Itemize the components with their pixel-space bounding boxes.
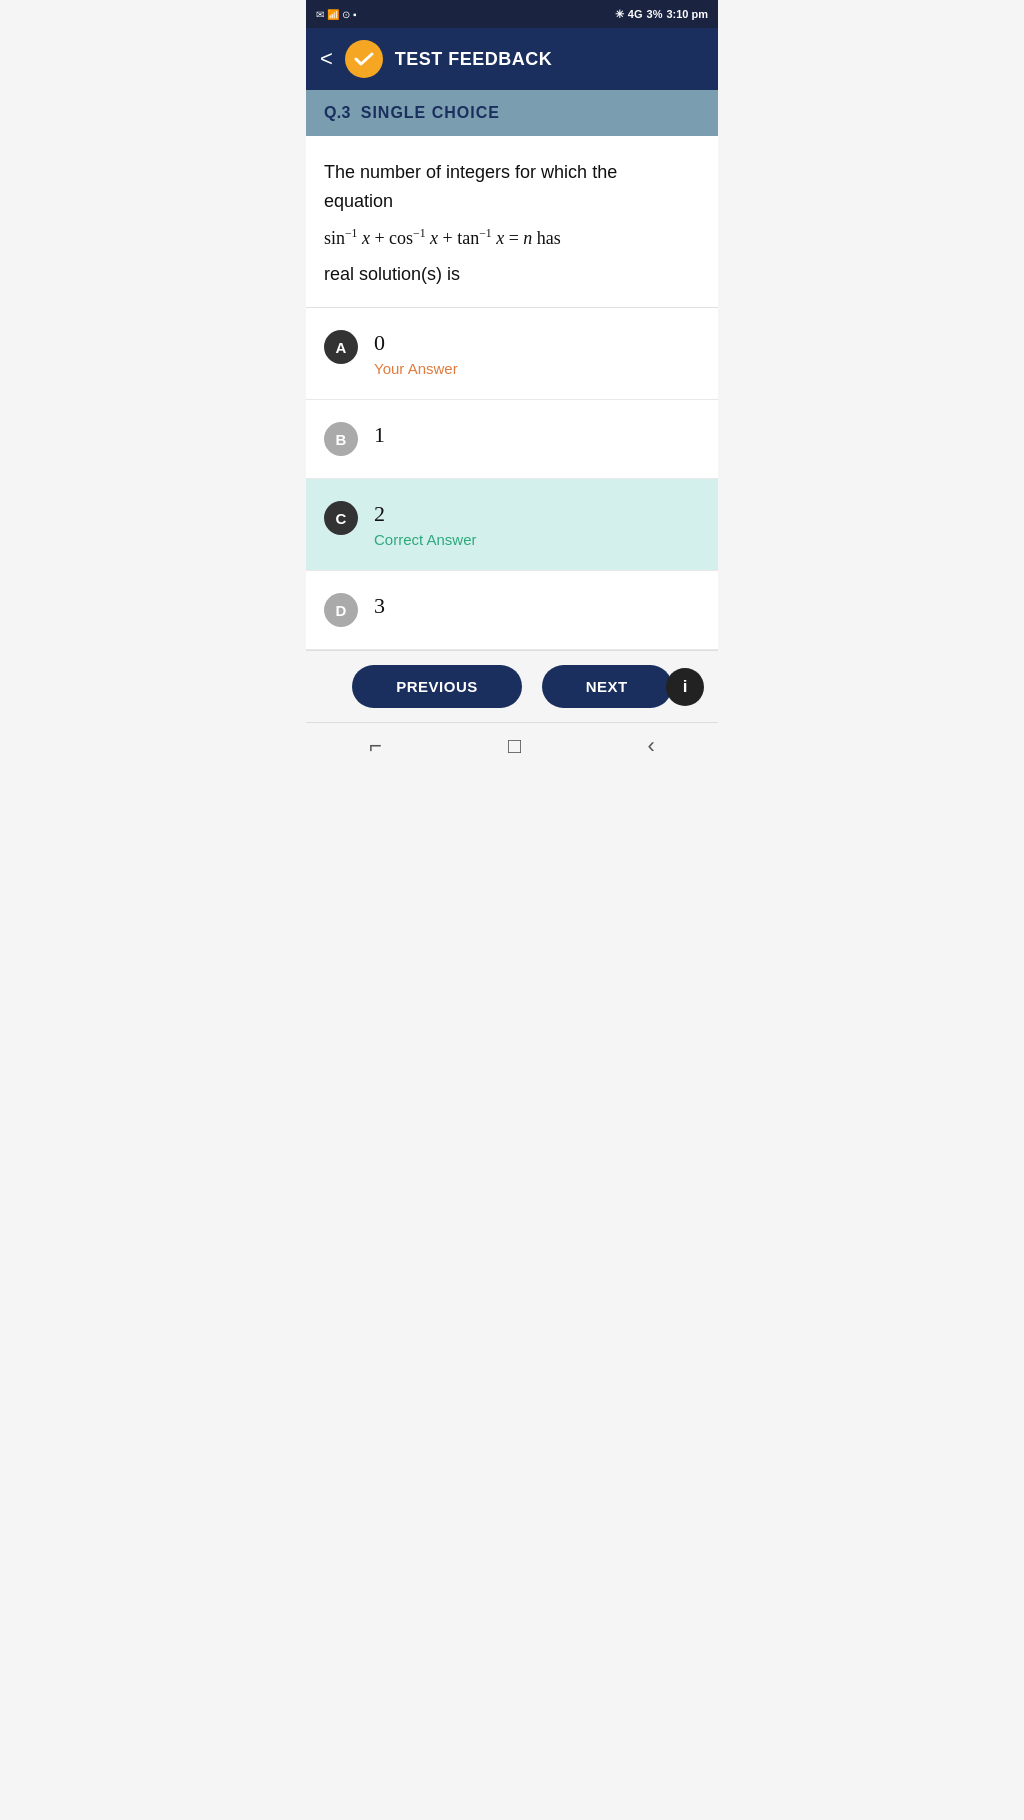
wifi-icon: 📶 [327,9,339,20]
previous-button[interactable]: PREVIOUS [352,665,522,708]
logo-icon [351,46,377,72]
nav-bar: < TEST FEEDBACK [306,28,718,90]
email-icon: ✉ [316,9,324,20]
option-a-badge: A [324,330,358,364]
next-button[interactable]: NEXT [542,665,672,708]
question-header: Q.3 SINGLE CHOICE [306,90,718,136]
option-b-badge: B [324,422,358,456]
app-logo [345,40,383,78]
option-d-badge: D [324,593,358,627]
option-c-badge: C [324,501,358,535]
option-a-content: 0 Your Answer [374,330,458,377]
question-text: The number of integers for which the equ… [324,158,700,289]
clock-icon: ⊙ [342,9,350,20]
android-nav-bar: ⌐ □ ‹ [306,722,718,765]
android-icon: ▪ [353,9,357,20]
question-text-part2: equation [324,187,700,216]
info-button[interactable]: i [666,668,704,706]
status-right: ✳ 4G 3% 3:10 pm [615,8,708,21]
option-c[interactable]: C 2 Correct Answer [306,479,718,571]
option-b-content: 1 [374,422,385,448]
status-bar: ✉ 📶 ⊙ ▪ ✳ 4G 3% 3:10 pm [306,0,718,28]
info-icon: i [683,677,688,697]
option-d[interactable]: D 3 [306,571,718,650]
question-math: sin−1 x + cos−1 x + tan−1 x = n has [324,224,700,253]
option-a-user-label: Your Answer [374,360,458,377]
option-c-value: 2 [374,501,477,527]
option-b[interactable]: B 1 [306,400,718,479]
question-text-part3: real solution(s) is [324,260,700,289]
bottom-nav: PREVIOUS NEXT i [306,650,718,722]
options-container: A 0 Your Answer B 1 C 2 Correct Answer D… [306,308,718,650]
android-back-icon[interactable]: ⌐ [369,733,382,759]
bluetooth-icon: ✳ [615,8,624,21]
option-d-content: 3 [374,593,385,619]
question-type: SINGLE CHOICE [361,104,500,122]
option-c-correct-label: Correct Answer [374,531,477,548]
time-text: 3:10 pm [666,8,708,20]
option-a[interactable]: A 0 Your Answer [306,308,718,400]
question-text-part1: The number of integers for which the [324,158,700,187]
signal-text: 4G [628,8,643,20]
status-icons: ✉ 📶 ⊙ ▪ [316,9,357,20]
option-c-content: 2 Correct Answer [374,501,477,548]
option-a-value: 0 [374,330,458,356]
page-title: TEST FEEDBACK [395,49,553,70]
battery-text: 3% [647,8,663,20]
option-b-value: 1 [374,422,385,448]
question-number: Q.3 [324,104,351,122]
question-body: The number of integers for which the equ… [306,136,718,308]
android-home-icon[interactable]: □ [508,733,521,759]
android-recents-icon[interactable]: ‹ [648,733,655,759]
option-d-value: 3 [374,593,385,619]
back-button[interactable]: < [320,48,333,70]
